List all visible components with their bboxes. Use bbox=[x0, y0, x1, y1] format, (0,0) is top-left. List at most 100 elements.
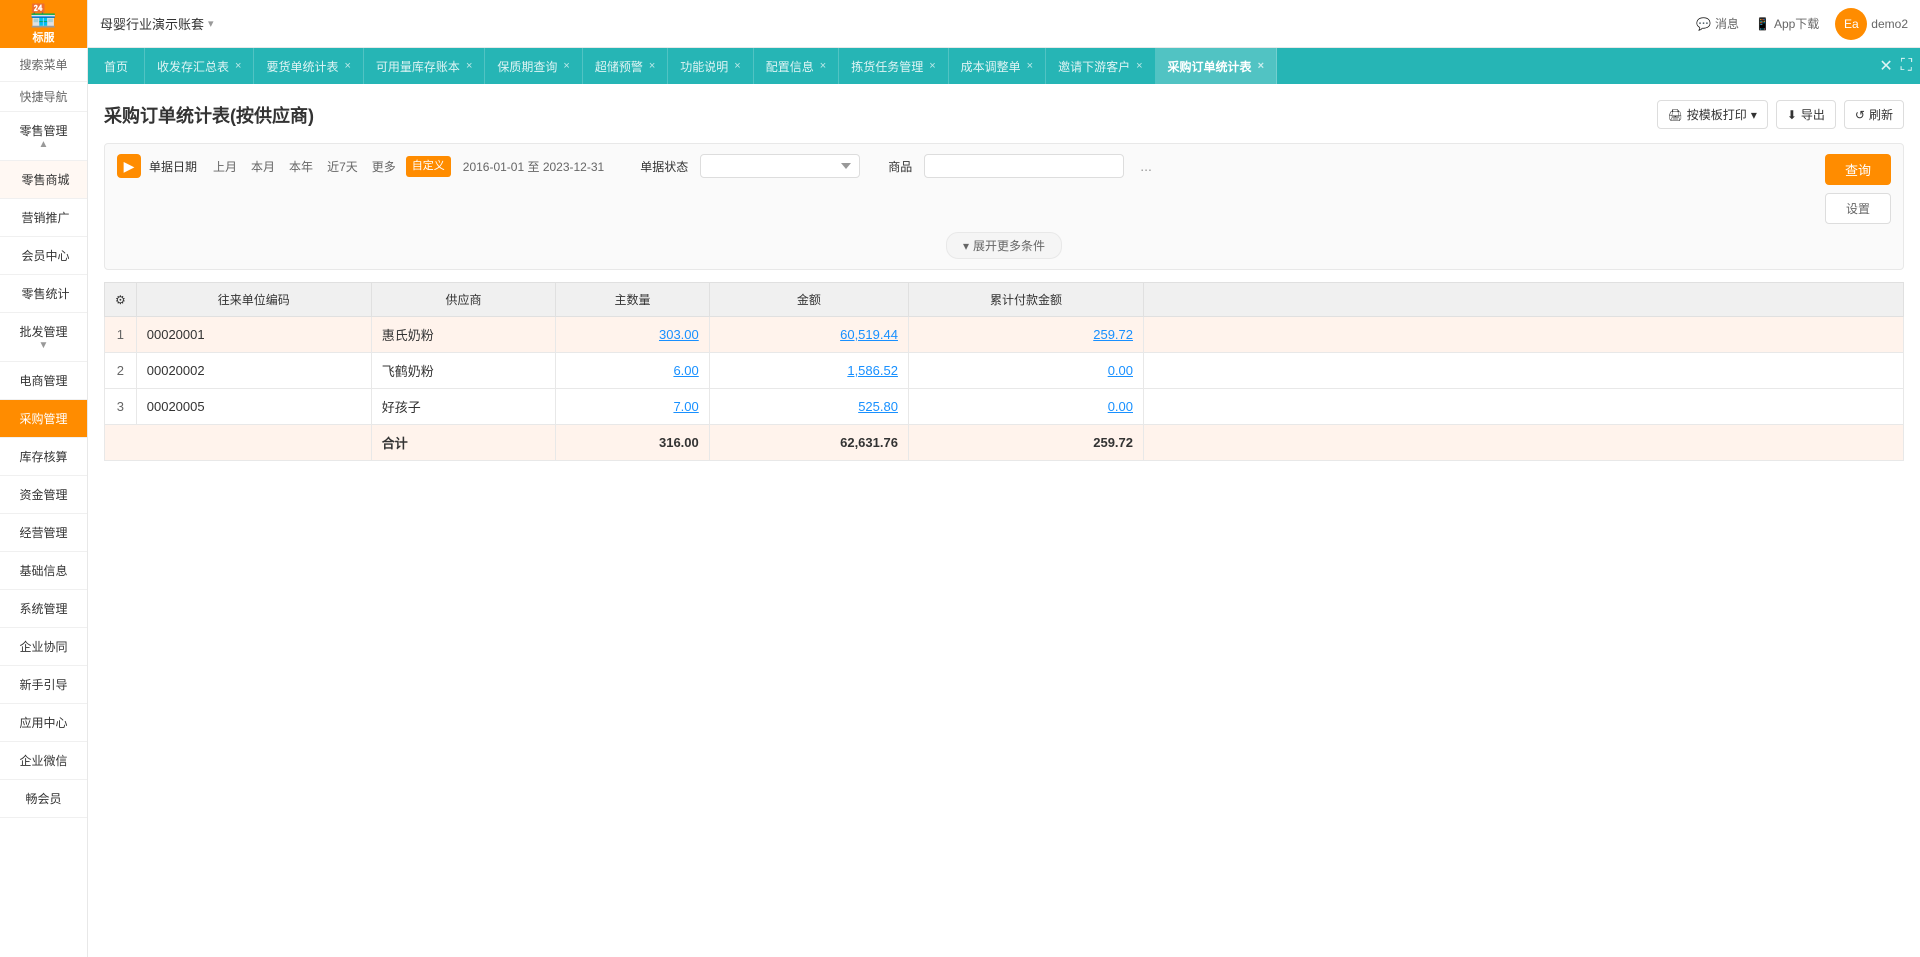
table-col-paid: 累计付款金额 bbox=[908, 283, 1143, 317]
close-tab-caigou[interactable]: × bbox=[1258, 60, 1264, 72]
more-options-icon[interactable]: ... bbox=[1136, 158, 1156, 174]
print-arrow-icon: ▾ bbox=[1751, 108, 1757, 122]
export-button[interactable]: ⬇ 导出 bbox=[1776, 100, 1836, 129]
close-tab-keyongliang[interactable]: × bbox=[466, 60, 472, 72]
row-paid[interactable]: 0.00 bbox=[908, 353, 1143, 389]
tab-yaoqing[interactable]: 邀请下游客户 × bbox=[1046, 48, 1155, 84]
tab-yaohuo[interactable]: 要货单统计表 × bbox=[254, 48, 363, 84]
tab-chaochuyujing[interactable]: 超储预警 × bbox=[583, 48, 668, 84]
sidebar-item-retail-stat[interactable]: 零售统计 bbox=[0, 275, 87, 313]
query-button[interactable]: 查询 bbox=[1825, 154, 1891, 185]
close-tab-yaoqing[interactable]: × bbox=[1136, 60, 1142, 72]
top-bar-left: 母婴行业演示账套 ▾ bbox=[100, 14, 214, 33]
workspace-selector[interactable]: 母婴行业演示账套 ▾ bbox=[100, 14, 214, 33]
sidebar-item-finance[interactable]: 资金管理 bbox=[0, 476, 87, 514]
goods-filter-label: 商品 bbox=[888, 158, 912, 175]
row-qty[interactable]: 6.00 bbox=[556, 353, 710, 389]
tab-home[interactable]: 首页 bbox=[88, 48, 145, 84]
row-paid[interactable]: 0.00 bbox=[908, 389, 1143, 425]
tab-keyongliang[interactable]: 可用量库存账本 × bbox=[364, 48, 485, 84]
table-footer: 合计 316.00 62,631.76 259.72 bbox=[105, 425, 1904, 461]
shortcut-this-year[interactable]: 本年 bbox=[285, 156, 317, 177]
sidebar-item-base[interactable]: 基础信息 bbox=[0, 552, 87, 590]
fullscreen-icon[interactable]: ⛶ bbox=[1901, 57, 1912, 75]
expand-conditions-btn[interactable]: ▾ 展开更多条件 bbox=[946, 232, 1062, 259]
sidebar-item-marketing[interactable]: 营销推广 bbox=[0, 199, 87, 237]
sidebar-item-wechat[interactable]: 企业微信 bbox=[0, 742, 87, 780]
filter-main: 单据日期 上月 本月 本年 近7天 更多 自定义 2016-01-01 至 20… bbox=[149, 154, 1817, 178]
sidebar-item-search[interactable]: 搜索菜单 bbox=[0, 48, 87, 82]
app-download-btn[interactable]: 📱 App下载 bbox=[1755, 15, 1819, 32]
shortcut-more-dates[interactable]: 更多 bbox=[368, 156, 400, 177]
sidebar-item-nav[interactable]: 快捷导航 bbox=[0, 82, 87, 112]
chevron-down-icon: ▾ bbox=[963, 239, 969, 253]
sidebar-item-inventory[interactable]: 库存核算 bbox=[0, 438, 87, 476]
footer-amount: 62,631.76 bbox=[709, 425, 908, 461]
table-row: 3 00020005 好孩子 7.00 525.80 0.00 bbox=[105, 389, 1904, 425]
status-filter-label: 单据状态 bbox=[640, 158, 688, 175]
close-tab-tuohuo[interactable]: × bbox=[929, 60, 935, 72]
table-col-qty: 主数量 bbox=[556, 283, 710, 317]
close-tab-peizhi[interactable]: × bbox=[820, 60, 826, 72]
tab-peizhi[interactable]: 配置信息 × bbox=[754, 48, 839, 84]
app-download-label: App下载 bbox=[1774, 15, 1819, 32]
goods-input[interactable] bbox=[924, 154, 1124, 178]
custom-date-tag[interactable]: 自定义 bbox=[406, 156, 451, 177]
tab-baoquan[interactable]: 保质期查询 × bbox=[485, 48, 582, 84]
print-icon: 🖨 bbox=[1668, 108, 1683, 122]
sidebar-item-sys[interactable]: 系统管理 bbox=[0, 590, 87, 628]
sidebar-item-appstore[interactable]: 应用中心 bbox=[0, 704, 87, 742]
sidebar-item-purchase[interactable]: 采购管理 bbox=[0, 400, 87, 438]
table-col-gear[interactable]: ⚙ bbox=[105, 283, 137, 317]
close-all-tabs-icon[interactable]: ✕ bbox=[1879, 56, 1892, 76]
message-btn[interactable]: 💬 消息 bbox=[1696, 15, 1739, 32]
row-qty[interactable]: 303.00 bbox=[556, 317, 710, 353]
shortcut-last-month[interactable]: 上月 bbox=[209, 156, 241, 177]
username-label: demo2 bbox=[1871, 17, 1908, 31]
sidebar-item-corp[interactable]: 企业协同 bbox=[0, 628, 87, 666]
refresh-button[interactable]: ↺ 刷新 bbox=[1844, 100, 1904, 129]
row-amount[interactable]: 525.80 bbox=[709, 389, 908, 425]
date-shortcuts: 上月 本月 本年 近7天 更多 自定义 bbox=[209, 156, 451, 177]
shortcut-this-month[interactable]: 本月 bbox=[247, 156, 279, 177]
tab-chengben[interactable]: 成本调整单 × bbox=[949, 48, 1046, 84]
row-supplier: 好孩子 bbox=[371, 389, 555, 425]
row-code: 00020001 bbox=[136, 317, 371, 353]
shortcut-7days[interactable]: 近7天 bbox=[323, 156, 362, 177]
tab-caigou[interactable]: 采购订单统计表 × bbox=[1156, 48, 1277, 84]
print-button[interactable]: 🖨 按模板打印 ▾ bbox=[1657, 100, 1768, 129]
row-paid[interactable]: 259.72 bbox=[908, 317, 1143, 353]
sidebar-item-retail[interactable]: 零售管理 ▲ bbox=[0, 112, 87, 161]
close-tab-gongneng[interactable]: × bbox=[734, 60, 740, 72]
row-qty[interactable]: 7.00 bbox=[556, 389, 710, 425]
sidebar-item-batch[interactable]: 批发管理 ▼ bbox=[0, 313, 87, 362]
page-header: 采购订单统计表(按供应商) 🖨 按模板打印 ▾ ⬇ 导出 ↺ 刷新 bbox=[104, 100, 1904, 129]
close-tab-shoufahui[interactable]: × bbox=[235, 60, 241, 72]
close-tab-yaohuo[interactable]: × bbox=[344, 60, 350, 72]
tab-tuohuo[interactable]: 拣货任务管理 × bbox=[839, 48, 948, 84]
tab-shoufahui[interactable]: 收发存汇总表 × bbox=[145, 48, 254, 84]
row-code: 00020002 bbox=[136, 353, 371, 389]
table-row: 1 00020001 惠氏奶粉 303.00 60,519.44 259.72 bbox=[105, 317, 1904, 353]
close-tab-baoquan[interactable]: × bbox=[563, 60, 569, 72]
settings-button[interactable]: 设置 bbox=[1825, 193, 1891, 224]
tab-gongneng[interactable]: 功能说明 × bbox=[668, 48, 753, 84]
sidebar-item-member[interactable]: 会员中心 bbox=[0, 237, 87, 275]
sidebar-item-retail-shop[interactable]: 零售商城 bbox=[0, 161, 87, 199]
user-profile[interactable]: Ea demo2 bbox=[1835, 8, 1908, 40]
status-select[interactable] bbox=[700, 154, 860, 178]
app-logo: 🏪 标服 bbox=[0, 0, 87, 48]
close-tab-chaochuyujing[interactable]: × bbox=[649, 60, 655, 72]
row-amount[interactable]: 60,519.44 bbox=[709, 317, 908, 353]
page-title: 采购订单统计表(按供应商) bbox=[104, 102, 314, 128]
table-col-amount: 金额 bbox=[709, 283, 908, 317]
sidebar-item-ecom[interactable]: 电商管理 bbox=[0, 362, 87, 400]
filter-row: 单据日期 上月 本月 本年 近7天 更多 自定义 2016-01-01 至 20… bbox=[149, 154, 1817, 178]
sidebar-item-vip[interactable]: 畅会员 bbox=[0, 780, 87, 818]
sidebar-item-newbie[interactable]: 新手引导 bbox=[0, 666, 87, 704]
chevron-up-icon: ▲ bbox=[39, 139, 49, 150]
close-tab-chengben[interactable]: × bbox=[1027, 60, 1033, 72]
row-amount[interactable]: 1,586.52 bbox=[709, 353, 908, 389]
filter-toggle-btn[interactable]: ▶ bbox=[117, 154, 141, 178]
sidebar-item-ops[interactable]: 经营管理 bbox=[0, 514, 87, 552]
